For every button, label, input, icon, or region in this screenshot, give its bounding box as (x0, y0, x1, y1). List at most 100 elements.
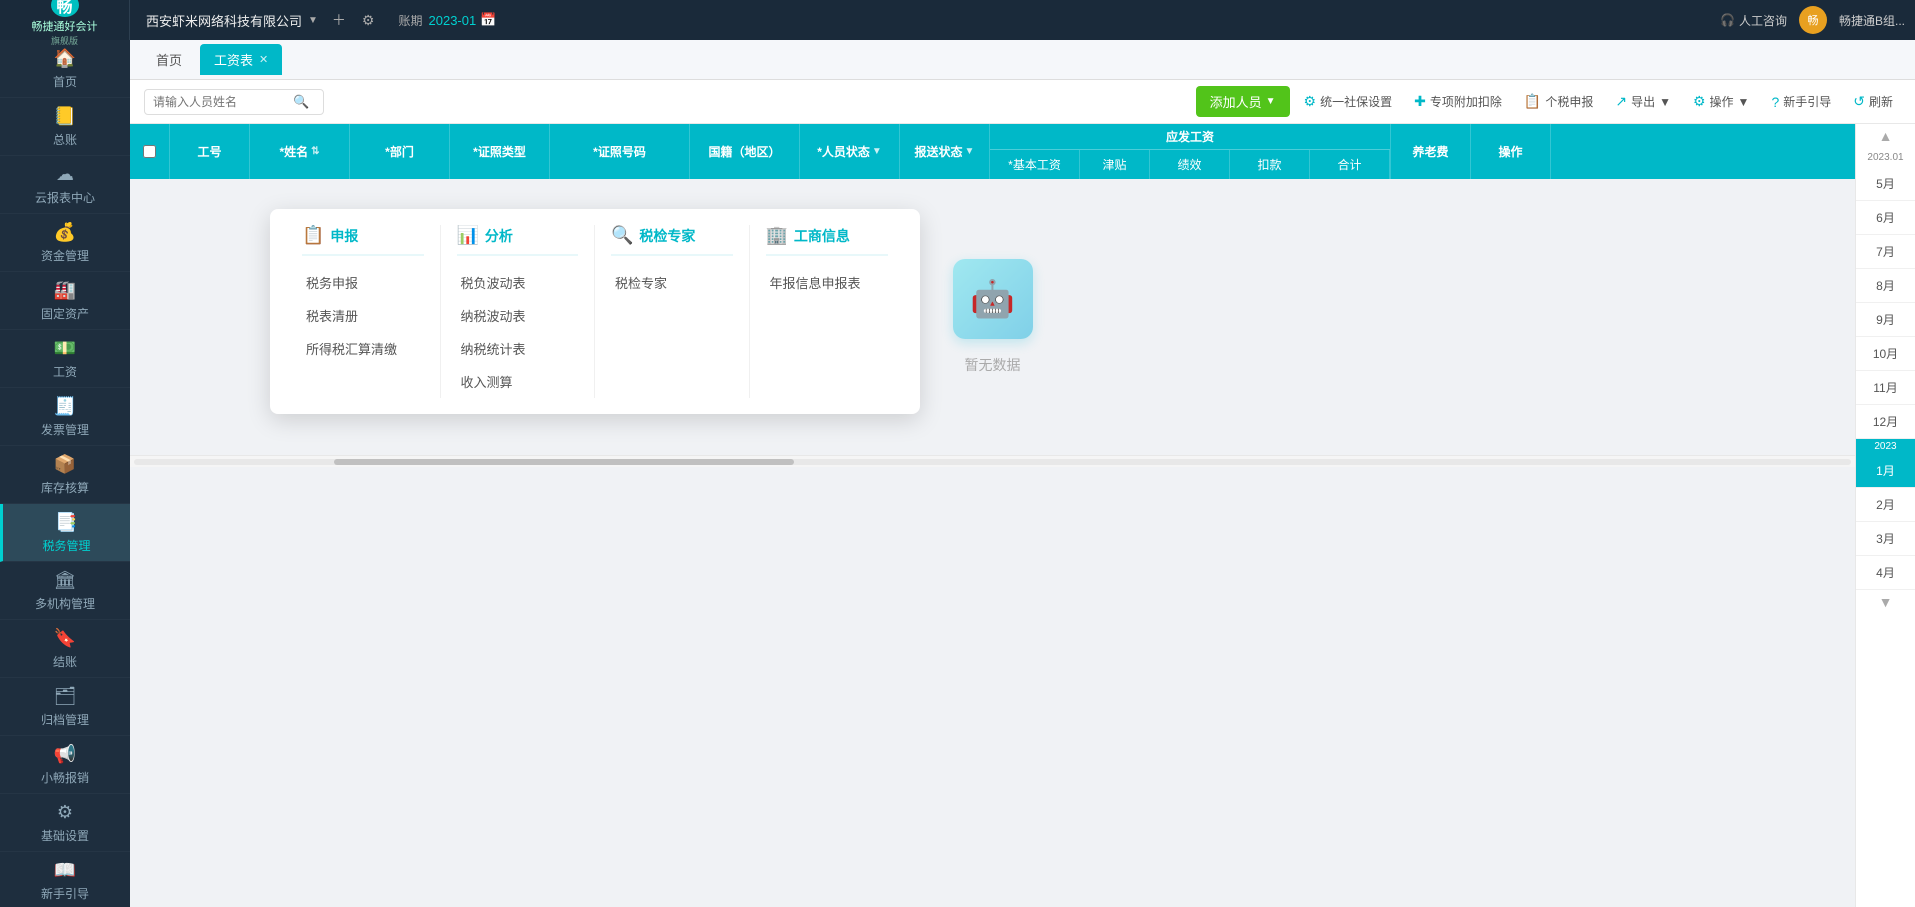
th-basic-wage: *基本工资 (990, 150, 1080, 179)
dropdown-item-tax-declare[interactable]: 税务申报 (302, 266, 424, 299)
cal-month-7[interactable]: 7月 (1856, 235, 1915, 269)
special-deduction-button[interactable]: ✚ 专项附加扣除 (1406, 89, 1510, 114)
cal-month-10[interactable]: 10月 (1856, 337, 1915, 371)
sidebar-item-expense[interactable]: 📢 小畅报销 (0, 736, 130, 794)
operations-button[interactable]: ⚙ 操作 ▼ (1685, 89, 1757, 114)
dropdown-item-income-calc[interactable]: 收入测算 (457, 365, 579, 398)
refresh-button[interactable]: ↺ 刷新 (1845, 89, 1901, 114)
dropdown-item-tax-expert[interactable]: 税检专家 (611, 266, 733, 299)
scrollbar-track (134, 459, 1851, 465)
cloud-icon: ☁ (56, 164, 74, 185)
calendar-next-nav[interactable]: ▼ (1875, 590, 1897, 614)
sidebar-item-archive[interactable]: 🗂 归档管理 (0, 678, 130, 736)
company-selector[interactable]: 西安虾米网络科技有限公司 ▼ (146, 11, 318, 30)
cal-month-8[interactable]: 8月 (1856, 269, 1915, 303)
declaration-title: 📋 申报 (302, 225, 424, 256)
th-allowance: 津贴 (1080, 150, 1150, 179)
th-checkbox[interactable] (130, 124, 170, 179)
special-deduction-label: 专项附加扣除 (1430, 93, 1502, 110)
cal-month-12[interactable]: 12月 (1856, 405, 1915, 439)
dropdown-item-tax-stat[interactable]: 纳税统计表 (457, 332, 579, 365)
sidebar-item-label: 首页 (53, 73, 77, 90)
dropdown-menu: 📋 申报 税务申报 税表清册 所得税汇算清缴 📊 分析 税负波动表 纳 (270, 209, 920, 414)
dropdown-section-declaration: 📋 申报 税务申报 税表清册 所得税汇算清缴 (286, 225, 441, 398)
company-name: 西安虾米网络科技有限公司 (146, 11, 302, 30)
support-button[interactable]: 🎧 人工咨询 (1720, 12, 1787, 29)
th-status[interactable]: *人员状态 ▼ (800, 124, 900, 179)
cal-month-9[interactable]: 9月 (1856, 303, 1915, 337)
cal-month-2[interactable]: 2月 (1856, 488, 1915, 522)
sidebar-item-assets[interactable]: 🏭 固定资产 (0, 272, 130, 330)
dropdown-item-tax-wave[interactable]: 纳税波动表 (457, 299, 579, 332)
analysis-icon: 📊 (457, 225, 479, 246)
cal-month-4[interactable]: 4月 (1856, 556, 1915, 590)
dropdown-item-tax-burden[interactable]: 税负波动表 (457, 266, 579, 299)
scrollbar-thumb[interactable] (334, 459, 794, 465)
search-icon[interactable]: 🔍 (293, 94, 309, 110)
company-dropdown-arrow: ▼ (308, 15, 318, 26)
declaration-icon: 📋 (302, 225, 324, 246)
tab-home[interactable]: 首页 (142, 44, 196, 75)
sidebar-item-multi-org[interactable]: 🏛 多机构管理 (0, 562, 130, 620)
tax-icon: 📑 (55, 512, 77, 533)
cal-month-6[interactable]: 6月 (1856, 201, 1915, 235)
sidebar-item-guide[interactable]: 📖 新手引导 (0, 852, 130, 907)
horizontal-scrollbar[interactable] (130, 455, 1855, 467)
sidebar-item-ledger[interactable]: 📒 总账 (0, 98, 130, 156)
tax-report-button[interactable]: 📋 个税申报 (1516, 89, 1601, 114)
status-filter-icon: ▼ (872, 146, 882, 157)
funds-icon: 💰 (54, 222, 76, 243)
sidebar-item-inventory[interactable]: 📦 库存核算 (0, 446, 130, 504)
add-person-button[interactable]: 添加人员 ▼ (1196, 86, 1290, 117)
dropdown-item-annual-report[interactable]: 年报信息申报表 (766, 266, 889, 299)
social-insurance-settings[interactable]: ⚙ 统一社保设置 (1296, 89, 1401, 114)
th-deduction: 扣款 (1230, 150, 1310, 179)
close-period-icon: 🔖 (54, 628, 76, 649)
th-report-status[interactable]: 报送状态 ▼ (900, 124, 990, 179)
dropdown-section-expert: 🔍 税检专家 税检专家 (595, 225, 750, 398)
tab-close-icon[interactable]: ✕ (259, 53, 268, 66)
dropdown-item-income-tax[interactable]: 所得税汇算清缴 (302, 332, 424, 365)
cal-month-5[interactable]: 5月 (1856, 167, 1915, 201)
name-sort-icon: ⇅ (311, 146, 319, 157)
search-input[interactable] (153, 95, 293, 109)
social-insurance-icon: ⚙ (1304, 93, 1317, 110)
sidebar-item-cloud-report[interactable]: ☁ 云报表中心 (0, 156, 130, 214)
period-calendar-icon[interactable]: 📅 (480, 12, 496, 28)
calendar-prev-nav[interactable]: ▲ (1875, 124, 1897, 148)
top-bar-right: 🎧 人工咨询 畅 畅捷通B组... (1720, 6, 1905, 34)
select-all-checkbox[interactable] (143, 145, 156, 158)
top-bar-actions: ＋ ⚙ (328, 8, 379, 32)
sidebar-item-funds[interactable]: 💰 资金管理 (0, 214, 130, 272)
sidebar-item-tax[interactable]: 📑 税务管理 (0, 504, 130, 562)
sidebar-item-label: 新手引导 (41, 885, 89, 902)
sidebar-item-label: 资金管理 (41, 247, 89, 264)
guide-button[interactable]: ? 新手引导 (1763, 89, 1839, 114)
add-person-label: 添加人员 (1210, 92, 1262, 111)
dropdown-item-tax-form[interactable]: 税表清册 (302, 299, 424, 332)
expert-title: 🔍 税检专家 (611, 225, 733, 256)
sidebar-item-label: 发票管理 (41, 421, 89, 438)
sidebar-item-payroll[interactable]: 💵 工资 (0, 330, 130, 388)
cal-month-3[interactable]: 3月 (1856, 522, 1915, 556)
sidebar-item-invoice[interactable]: 🧾 发票管理 (0, 388, 130, 446)
export-label: 导出 (1631, 93, 1655, 110)
sidebar-item-settings[interactable]: ⚙ 基础设置 (0, 794, 130, 852)
period-value: 2023-01 (429, 13, 477, 28)
sidebar-item-label: 云报表中心 (35, 189, 95, 206)
settings-button[interactable]: ⚙ (358, 10, 379, 31)
add-company-button[interactable]: ＋ (328, 8, 350, 32)
sidebar-item-close-period[interactable]: 🔖 结账 (0, 620, 130, 678)
business-title: 🏢 工商信息 (766, 225, 889, 256)
user-name[interactable]: 畅捷通B组... (1839, 12, 1905, 29)
sidebar-item-label: 工资 (53, 363, 77, 380)
sidebar-item-home[interactable]: 🏠 首页 (0, 40, 130, 98)
th-name[interactable]: *姓名 ⇅ (250, 124, 350, 179)
empty-text: 暂无数据 (965, 355, 1021, 375)
analysis-title: 📊 分析 (457, 225, 579, 256)
sidebar-item-label: 固定资产 (41, 305, 89, 322)
cal-month-1[interactable]: 1月 (1856, 454, 1915, 488)
export-button[interactable]: ↗ 导出 ▼ (1607, 89, 1679, 114)
tab-payroll[interactable]: 工资表 ✕ (200, 44, 282, 75)
cal-month-11[interactable]: 11月 (1856, 371, 1915, 405)
